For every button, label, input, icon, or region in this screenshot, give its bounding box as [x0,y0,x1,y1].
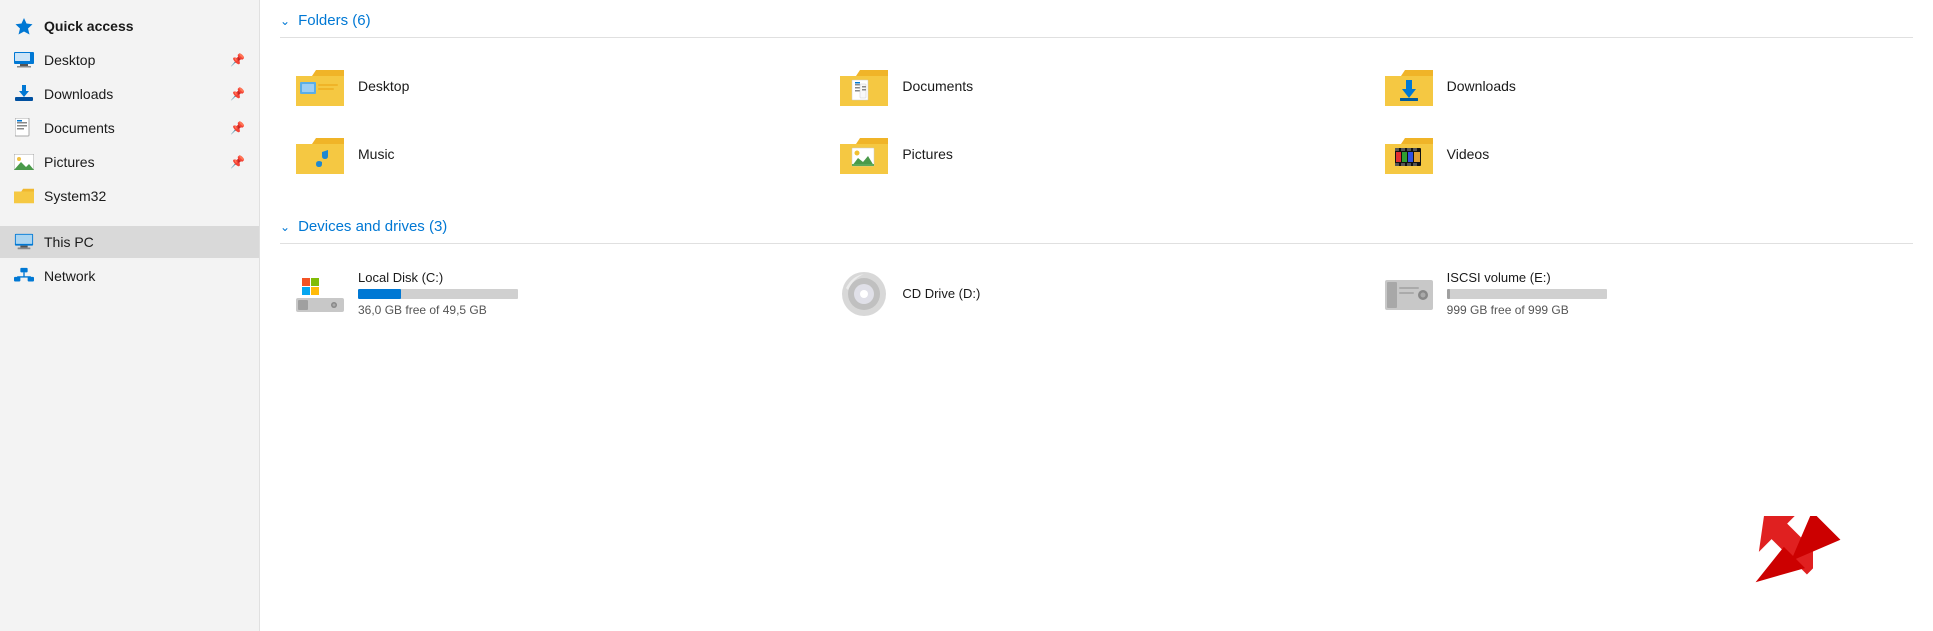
local-disk-icon [294,272,346,316]
drives-chevron-icon: ⌄ [280,220,290,234]
music-folder-label: Music [358,146,395,162]
sidebar-desktop-label: Desktop [44,52,95,68]
cd-drive-label: CD Drive (D:) [902,286,980,301]
drive-item-c[interactable]: Local Disk (C:) 36,0 GB free of 49,5 GB [280,260,824,327]
folder-item-documents[interactable]: Documents [824,54,1368,118]
folders-section-header[interactable]: ⌄ Folders (6) [280,0,1913,38]
local-disk-info: Local Disk (C:) 36,0 GB free of 49,5 GB [358,270,518,317]
music-folder-icon [294,132,346,176]
pictures-sidebar-icon [14,152,34,172]
sidebar-item-thispc[interactable]: This PC [0,226,259,258]
folder-item-music[interactable]: Music [280,122,824,186]
folders-header-label: Folders (6) [298,12,371,29]
iscsi-drive-bar [1447,289,1607,299]
cd-drive-icon [838,272,890,316]
star-icon [14,16,34,36]
documents-folder-icon [838,64,890,108]
iscsi-drive-label: ISCSI volume (E:) [1447,270,1607,285]
desktop-folder-label: Desktop [358,78,409,94]
sidebar-thispc-label: This PC [44,234,94,250]
pin-desktop-icon: 📌 [230,53,245,67]
pictures-folder-label: Pictures [902,146,953,162]
documents-folder-label: Documents [902,78,973,94]
cd-drive-info: CD Drive (D:) [902,286,980,301]
sidebar-item-desktop[interactable]: Desktop 📌 [0,44,259,76]
folder-item-pictures[interactable]: Pictures [824,122,1368,186]
red-arrow-annotation [1713,516,1813,601]
sidebar-network-label: Network [44,268,95,284]
drive-item-e[interactable]: ISCSI volume (E:) 999 GB free of 999 GB [1369,260,1913,327]
desktop-folder-icon [294,64,346,108]
folder-item-downloads[interactable]: Downloads [1369,54,1913,118]
iscsi-drive-bar-fill [1447,289,1450,299]
videos-folder-icon [1383,132,1435,176]
videos-folder-label: Videos [1447,146,1490,162]
drive-item-d[interactable]: CD Drive (D:) [824,260,1368,327]
downloads-sidebar-icon [14,84,34,104]
sidebar-item-quickaccess[interactable]: Quick access [0,10,259,42]
sidebar-pictures-label: Pictures [44,154,95,170]
drives-grid: Local Disk (C:) 36,0 GB free of 49,5 GB [280,260,1913,327]
sidebar-documents-label: Documents [44,120,115,136]
sidebar-item-system32[interactable]: System32 [0,180,259,212]
network-sidebar-icon [14,266,34,286]
pin-documents-icon: 📌 [230,121,245,135]
sidebar-item-network[interactable]: Network [0,260,259,292]
sidebar: Quick access Desktop 📌 Downloads 📌 Docum… [0,0,260,631]
thispc-sidebar-icon [14,232,34,252]
iscsi-disk-icon [1383,272,1435,316]
folder-sidebar-icon [14,186,34,206]
pin-downloads-icon: 📌 [230,87,245,101]
documents-sidebar-icon [14,118,34,138]
drives-header-label: Devices and drives (3) [298,218,447,235]
local-disk-bar [358,289,518,299]
pin-pictures-icon: 📌 [230,155,245,169]
iscsi-drive-info: ISCSI volume (E:) 999 GB free of 999 GB [1447,270,1607,317]
iscsi-drive-size: 999 GB free of 999 GB [1447,303,1607,317]
local-disk-label: Local Disk (C:) [358,270,518,285]
main-content: ⌄ Folders (6) Desktop [260,0,1933,631]
sidebar-item-documents[interactable]: Documents 📌 [0,112,259,144]
folder-item-videos[interactable]: Videos [1369,122,1913,186]
pictures-folder-icon [838,132,890,176]
sidebar-quickaccess-label: Quick access [44,18,134,34]
downloads-folder-icon [1383,64,1435,108]
local-disk-size: 36,0 GB free of 49,5 GB [358,303,518,317]
local-disk-bar-fill [358,289,401,299]
sidebar-downloads-label: Downloads [44,86,113,102]
folders-grid: Desktop Documents [280,54,1913,186]
sidebar-system32-label: System32 [44,188,106,204]
folders-chevron-icon: ⌄ [280,14,290,28]
downloads-folder-label: Downloads [1447,78,1516,94]
drives-section-header[interactable]: ⌄ Devices and drives (3) [280,206,1913,244]
desktop-sidebar-icon [14,50,34,70]
sidebar-item-downloads[interactable]: Downloads 📌 [0,78,259,110]
folder-item-desktop[interactable]: Desktop [280,54,824,118]
sidebar-item-pictures[interactable]: Pictures 📌 [0,146,259,178]
